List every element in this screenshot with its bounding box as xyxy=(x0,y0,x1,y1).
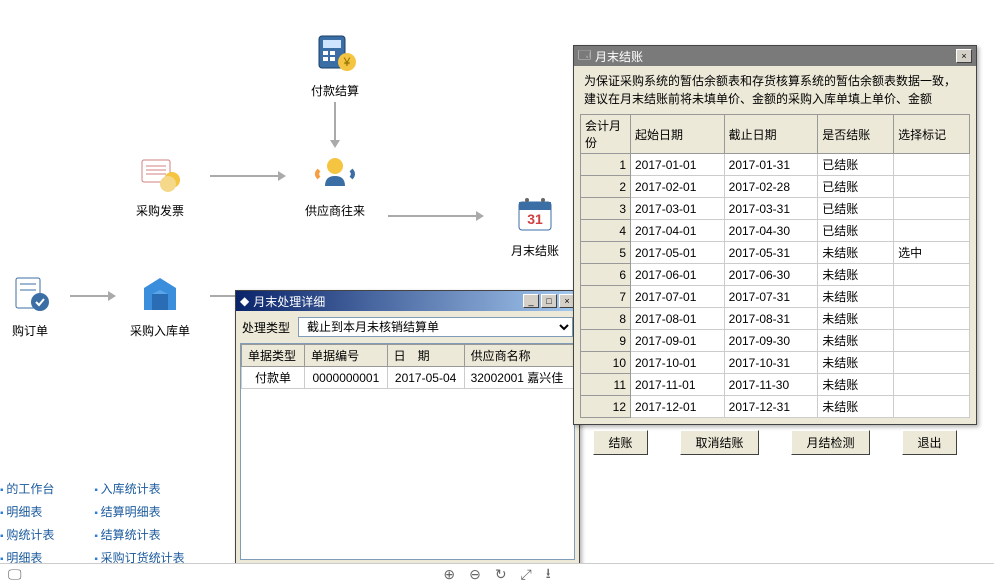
arrow xyxy=(210,175,280,177)
supplier-icon xyxy=(311,150,359,198)
col-header[interactable]: 供应商名称 xyxy=(464,345,573,367)
table-row[interactable]: 22017-02-012017-02-28已结账 xyxy=(581,176,970,198)
window-title: 月末结账 xyxy=(595,48,956,65)
sidebar-link[interactable]: 入库统计表 xyxy=(94,480,184,497)
arrow xyxy=(334,102,336,142)
wf-node-invoice[interactable]: 采购发票 xyxy=(115,150,205,219)
wf-node-monthend[interactable]: 31 月末结账 xyxy=(490,190,580,259)
statusbar: 🖵 ⊕ ⊖ ↻ ⤢ ⭳ xyxy=(0,563,994,585)
wf-label: 购订单 xyxy=(0,322,75,339)
col-header[interactable]: 起始日期 xyxy=(631,115,725,154)
sidebar-link[interactable]: 明细表 xyxy=(0,503,54,520)
table-row[interactable]: 32017-03-012017-03-31已结账 xyxy=(581,198,970,220)
calendar-icon: 31 xyxy=(511,190,559,238)
svg-text:¥: ¥ xyxy=(343,55,351,69)
order-icon xyxy=(6,270,54,318)
table-row[interactable]: 付款单00000000012017-05-0432002001 嘉兴佳 xyxy=(242,367,574,389)
monitor-icon[interactable]: 🖵 xyxy=(8,566,22,583)
titlebar[interactable]: ◆ 月末处理详细 _ □ × xyxy=(236,291,579,311)
close-account-button[interactable]: 结账 xyxy=(593,430,647,455)
monthend-table: 会计月份 起始日期 截止日期 是否结账 选择标记 12017-01-012017… xyxy=(580,114,970,418)
expand-icon[interactable]: ⤢ xyxy=(521,566,532,583)
refresh-icon[interactable]: ↻ xyxy=(495,566,507,583)
col-header[interactable]: 单据编号 xyxy=(305,345,388,367)
wf-label: 供应商往来 xyxy=(290,202,380,219)
table-row[interactable]: 92017-09-012017-09-30未结账 xyxy=(581,330,970,352)
wf-node-supplier[interactable]: 供应商往来 xyxy=(290,150,380,219)
maximize-button[interactable]: □ xyxy=(541,294,557,308)
monthend-window: 🗔 月末结账 × 为保证采购系统的暂估余额表和存货核算系统的暂估余额表数据一致，… xyxy=(573,45,977,425)
type-label: 处理类型 xyxy=(242,319,290,336)
wf-label: 采购入库单 xyxy=(115,322,205,339)
table-row[interactable]: 82017-08-012017-08-31未结账 xyxy=(581,308,970,330)
col-header[interactable]: 选择标记 xyxy=(894,115,970,154)
zoom-out-icon[interactable]: ⊖ xyxy=(469,566,481,583)
col-header[interactable]: 日 期 xyxy=(387,345,464,367)
type-select[interactable]: 截止到本月未核销结算单 xyxy=(298,317,573,337)
workflow-diagram: ¥ 付款结算 采购发票 供应商往来 31 月末结账 购订单 采购入库单 xyxy=(0,20,580,300)
zoom-in-icon[interactable]: ⊕ xyxy=(443,566,455,583)
wf-label: 采购发票 xyxy=(115,202,205,219)
table-row[interactable]: 12017-01-012017-01-31已结账 xyxy=(581,154,970,176)
calculator-icon: ¥ xyxy=(311,30,359,78)
col-header[interactable]: 会计月份 xyxy=(581,115,631,154)
sidebar-links: 的工作台 明细表 购统计表 明细表 入库统计表 结算明细表 结算统计表 采购订货… xyxy=(0,480,185,566)
table-row[interactable]: 72017-07-012017-07-31未结账 xyxy=(581,286,970,308)
col-header[interactable]: 单据类型 xyxy=(242,345,305,367)
window-title: 月末处理详细 xyxy=(253,293,523,310)
col-header[interactable]: 截止日期 xyxy=(724,115,818,154)
table-row[interactable]: 122017-12-012017-12-31未结账 xyxy=(581,396,970,418)
wf-node-payment[interactable]: ¥ 付款结算 xyxy=(290,30,380,99)
invoice-icon xyxy=(136,150,184,198)
warehouse-icon xyxy=(136,270,184,318)
table-row[interactable]: 52017-05-012017-05-31未结账选中 xyxy=(581,242,970,264)
table-row[interactable]: 112017-11-012017-11-30未结账 xyxy=(581,374,970,396)
download-icon[interactable]: ⭳ xyxy=(546,563,551,587)
info-message: 为保证采购系统的暂估余额表和存货核算系统的暂估余额表数据一致，建议在月末结账前将… xyxy=(574,66,976,114)
check-button[interactable]: 月结检测 xyxy=(791,430,869,455)
exit-button[interactable]: 退出 xyxy=(902,430,956,455)
close-button[interactable]: × xyxy=(956,49,972,63)
table-row[interactable]: 102017-10-012017-10-31未结账 xyxy=(581,352,970,374)
detail-window: ◆ 月末处理详细 _ □ × 处理类型 截止到本月未核销结算单 单据类型 单据编… xyxy=(235,290,580,565)
minimize-button[interactable]: _ xyxy=(523,294,539,308)
col-header[interactable]: 是否结账 xyxy=(818,115,894,154)
wf-label: 月末结账 xyxy=(490,242,580,259)
table-row[interactable]: 62017-06-012017-06-30未结账 xyxy=(581,264,970,286)
wf-node-order[interactable]: 购订单 xyxy=(0,270,75,339)
arrow xyxy=(388,215,478,217)
table-row[interactable]: 42017-04-012017-04-30已结账 xyxy=(581,220,970,242)
sidebar-link[interactable]: 结算明细表 xyxy=(94,503,184,520)
detail-table: 单据类型 单据编号 日 期 供应商名称 付款单00000000012017-05… xyxy=(241,344,574,389)
sidebar-link[interactable]: 的工作台 xyxy=(0,480,54,497)
cancel-account-button[interactable]: 取消结账 xyxy=(680,430,758,455)
svg-text:31: 31 xyxy=(527,211,543,227)
wf-node-warehouse[interactable]: 采购入库单 xyxy=(115,270,205,339)
window-icon: 🗔 xyxy=(578,46,591,67)
arrow xyxy=(70,295,110,297)
sidebar-link[interactable]: 结算统计表 xyxy=(94,526,184,543)
wf-label: 付款结算 xyxy=(290,82,380,99)
diamond-icon: ◆ xyxy=(240,294,249,308)
titlebar[interactable]: 🗔 月末结账 × xyxy=(574,46,976,66)
sidebar-link[interactable]: 购统计表 xyxy=(0,526,54,543)
